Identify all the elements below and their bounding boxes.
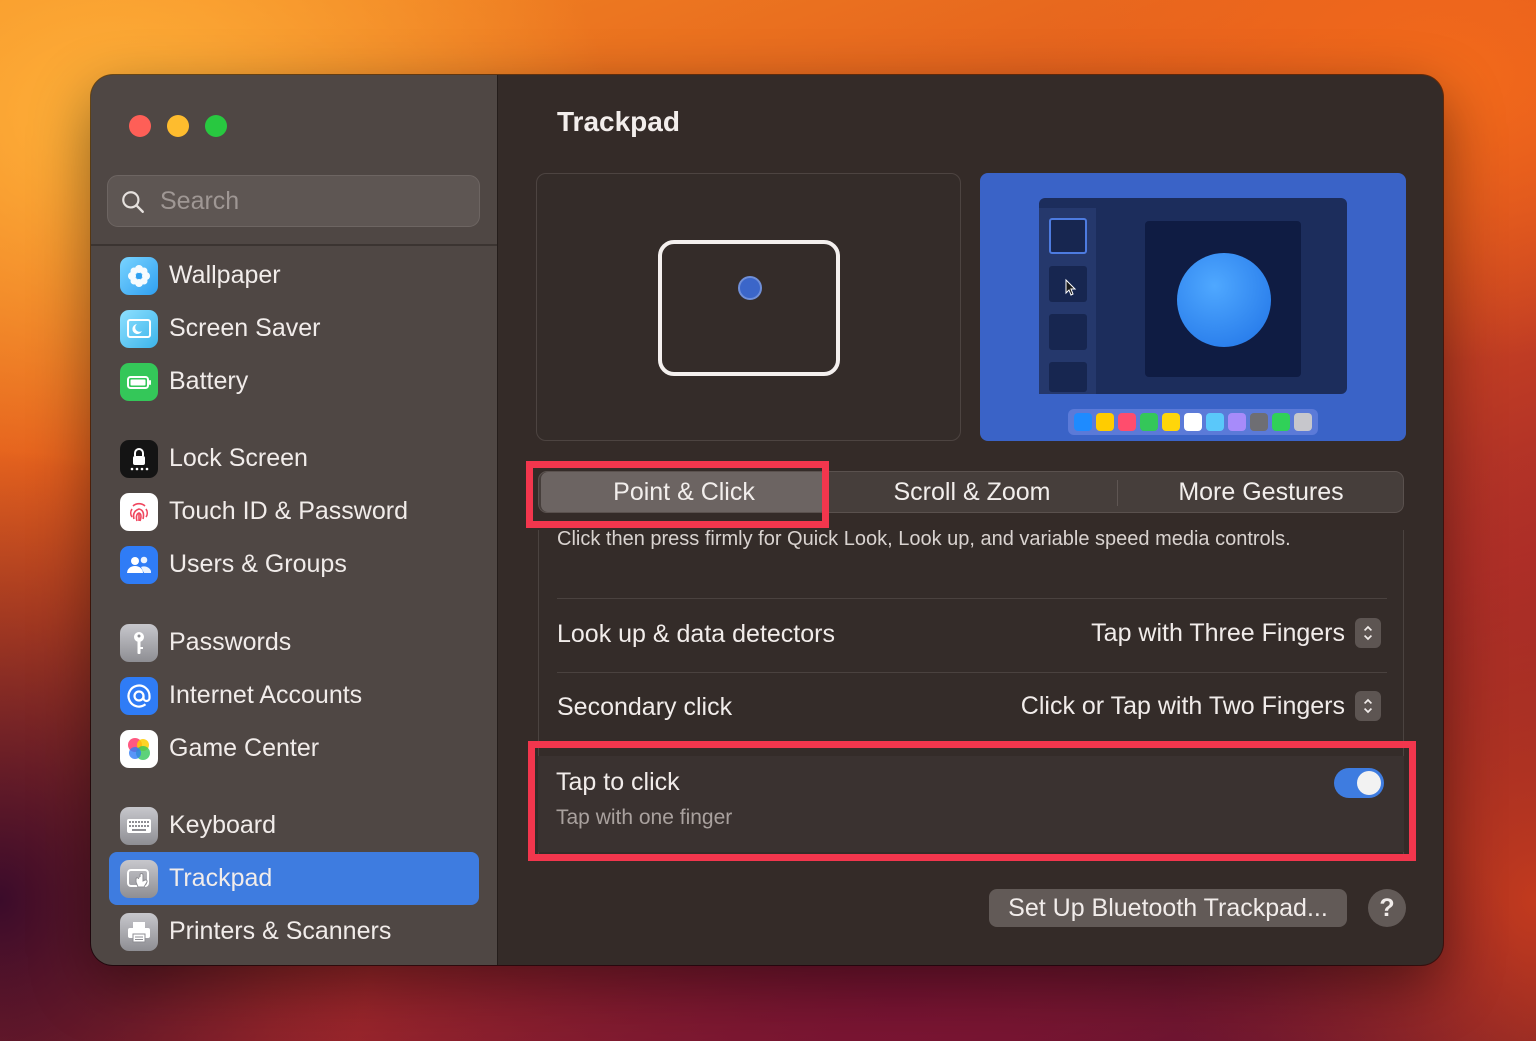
trackpad-preview (536, 173, 961, 441)
sidebar-item-touch-id[interactable]: Touch ID & Password (109, 485, 479, 538)
key-icon (120, 623, 158, 662)
cursor-icon (1065, 278, 1077, 296)
trackpad-icon (120, 859, 158, 898)
preview-thumbnail (1049, 362, 1087, 392)
sidebar-item-screen-saver[interactable]: Screen Saver (109, 302, 479, 355)
preview-thumbnail (1049, 218, 1087, 254)
preview-dock (1068, 409, 1318, 435)
system-settings-window: Wallpaper Screen Saver Battery (91, 75, 1443, 965)
help-button[interactable]: ? (1368, 889, 1406, 927)
row-divider (557, 598, 1387, 599)
sidebar-item-passwords[interactable]: Passwords (109, 616, 479, 669)
sidebar: Wallpaper Screen Saver Battery (91, 75, 498, 965)
preview-sidebar (1039, 208, 1096, 394)
secondary-click-popup[interactable]: Click or Tap with Two Fingers (1021, 691, 1381, 721)
toggle-knob (1357, 771, 1381, 795)
finger-dot-icon (738, 276, 762, 300)
sidebar-item-label: Lock Screen (169, 444, 308, 472)
sidebar-item-label: Trackpad (169, 864, 273, 892)
sidebar-item-trackpad[interactable]: Trackpad (109, 852, 479, 905)
sidebar-item-battery[interactable]: Battery (109, 355, 479, 408)
preview-window (1039, 198, 1347, 394)
fingerprint-icon (120, 492, 158, 531)
tap-to-click-label: Tap to click (556, 768, 680, 796)
sidebar-item-label: Screen Saver (169, 314, 321, 342)
secondary-click-label: Secondary click (557, 693, 733, 721)
chevron-up-down-icon (1355, 618, 1381, 648)
preview-thumbnail (1049, 266, 1087, 302)
chevron-up-down-icon (1355, 691, 1381, 721)
screen-preview (980, 173, 1406, 441)
trackpad-illustration (658, 240, 840, 376)
tab-label: Scroll & Zoom (893, 477, 1051, 506)
sidebar-item-label: Wallpaper (169, 261, 281, 289)
tab-point-click[interactable]: Point & Click (541, 472, 827, 512)
battery-icon (120, 362, 158, 401)
look-up-value: Tap with Three Fingers (1091, 618, 1345, 647)
tab-label: More Gestures (1178, 477, 1344, 506)
page-title: Trackpad (557, 106, 680, 137)
secondary-click-value: Click or Tap with Two Fingers (1020, 691, 1345, 720)
sidebar-item-label: Users & Groups (169, 550, 347, 578)
sidebar-item-game-center[interactable]: Game Center (109, 722, 479, 775)
wallpaper-icon (120, 256, 158, 295)
tap-to-click-toggle[interactable] (1334, 768, 1384, 798)
setup-bluetooth-trackpad-button[interactable]: Set Up Bluetooth Trackpad... (989, 889, 1347, 927)
sidebar-item-label: Internet Accounts (169, 681, 363, 709)
search-icon (122, 191, 144, 213)
users-icon (120, 545, 158, 584)
zoom-button[interactable] (205, 115, 227, 137)
sidebar-item-label: Keyboard (169, 811, 277, 839)
lock-icon (120, 439, 158, 478)
tab-bar: Point & Click Scroll & Zoom More Gesture… (538, 471, 1404, 513)
tab-scroll-zoom[interactable]: Scroll & Zoom (831, 472, 1113, 512)
tab-separator (1117, 480, 1118, 506)
window-controls (129, 115, 227, 137)
game-center-icon (120, 729, 158, 768)
sidebar-item-keyboard[interactable]: Keyboard (109, 799, 479, 852)
sidebar-item-label: Passwords (169, 628, 292, 656)
sidebar-item-internet-accounts[interactable]: Internet Accounts (109, 669, 479, 722)
search-field[interactable] (107, 175, 480, 227)
content-pane: Trackpad Point & Click Scroll & Zoom Mor… (498, 75, 1443, 965)
sidebar-item-wallpaper[interactable]: Wallpaper (109, 249, 479, 302)
look-up-label: Look up & data detectors (557, 620, 835, 648)
sidebar-item-printers-scanners[interactable]: Printers & Scanners (109, 905, 479, 958)
force-click-description: Click then press firmly for Quick Look, … (557, 528, 1291, 550)
sidebar-item-label: Printers & Scanners (169, 917, 392, 945)
sidebar-divider (91, 244, 497, 246)
preview-main-area (1145, 221, 1301, 377)
preview-circle (1177, 253, 1271, 347)
printer-icon (120, 912, 158, 951)
keyboard-icon (120, 806, 158, 845)
row-divider (557, 672, 1387, 673)
tab-label: Point & Click (613, 477, 755, 506)
close-button[interactable] (129, 115, 151, 137)
look-up-popup[interactable]: Tap with Three Fingers (1091, 618, 1381, 648)
screen-saver-icon (120, 309, 158, 348)
minimize-button[interactable] (167, 115, 189, 137)
tap-to-click-subtitle: Tap with one finger (556, 806, 733, 829)
sidebar-item-label: Battery (169, 367, 249, 395)
sidebar-item-lock-screen[interactable]: Lock Screen (109, 432, 479, 485)
at-sign-icon (120, 676, 158, 715)
tap-to-click-row: Tap to click Tap with one finger (538, 756, 1404, 852)
tab-more-gestures[interactable]: More Gestures (1119, 472, 1403, 512)
sidebar-item-label: Game Center (169, 734, 320, 762)
sidebar-item-users-groups[interactable]: Users & Groups (109, 538, 479, 591)
search-input[interactable] (160, 176, 460, 226)
sidebar-item-label: Touch ID & Password (169, 497, 408, 525)
preview-thumbnail (1049, 314, 1087, 350)
